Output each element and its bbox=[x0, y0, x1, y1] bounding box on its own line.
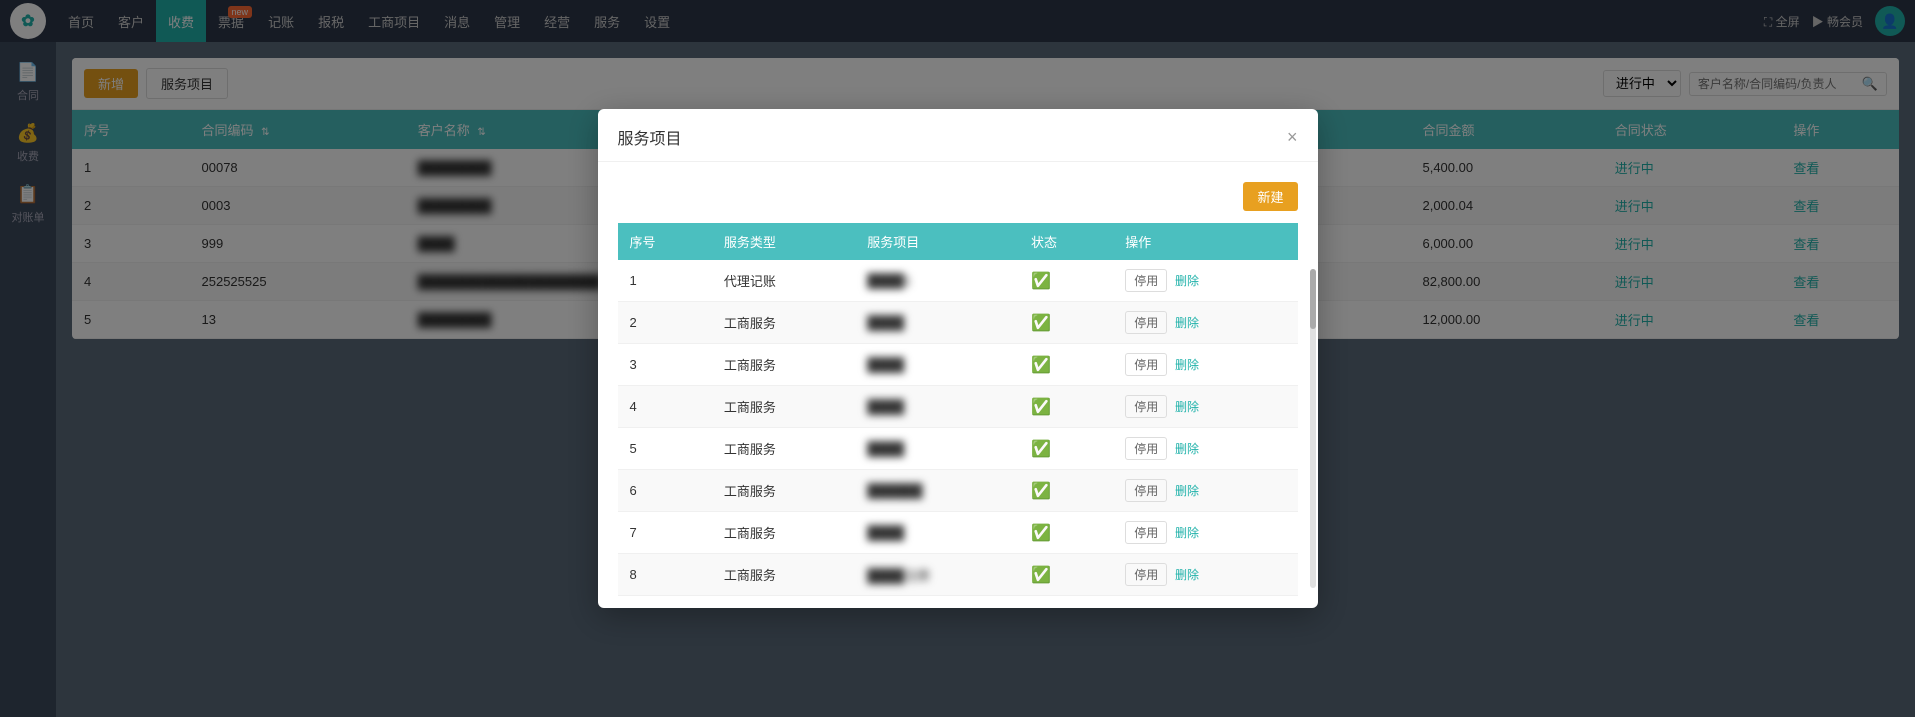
modal-cell-action: 停用 删除 bbox=[1113, 470, 1297, 512]
delete-button[interactable]: 删除 bbox=[1175, 566, 1199, 583]
modal-cell-item: ██████ bbox=[855, 470, 1019, 512]
modal-table-row: 1 代理记账 ████1 ✅ 停用 删除 bbox=[618, 260, 1298, 302]
modal-table-row: 7 工商服务 ████ ✅ 停用 删除 bbox=[618, 512, 1298, 554]
modal-table: 序号 服务类型 服务项目 状态 操作 1 代理记账 ████1 ✅ 停用 删除 … bbox=[618, 223, 1298, 596]
modal-cell-item: ████ bbox=[855, 302, 1019, 344]
modal-cell-seq: 4 bbox=[618, 386, 712, 428]
modal-cell-action: 停用 删除 bbox=[1113, 428, 1297, 470]
modal-toolbar: 新建 bbox=[618, 174, 1298, 223]
modal-cell-action: 停用 删除 bbox=[1113, 554, 1297, 596]
modal-cell-type: 工商服务 bbox=[712, 470, 855, 512]
modal-cell-status: ✅ bbox=[1019, 470, 1113, 512]
modal-table-row: 6 工商服务 ██████ ✅ 停用 删除 bbox=[618, 470, 1298, 512]
modal-cell-item: ████ bbox=[855, 512, 1019, 554]
modal-cell-status: ✅ bbox=[1019, 344, 1113, 386]
modal-col-item: 服务项目 bbox=[855, 223, 1019, 260]
modal-cell-type: 工商服务 bbox=[712, 386, 855, 428]
modal-cell-seq: 6 bbox=[618, 470, 712, 512]
modal-cell-action: 停用 删除 bbox=[1113, 344, 1297, 386]
modal-col-seq: 序号 bbox=[618, 223, 712, 260]
modal-scrollbar[interactable] bbox=[1310, 269, 1316, 588]
modal-cell-seq: 8 bbox=[618, 554, 712, 596]
modal-scrollbar-thumb bbox=[1310, 269, 1316, 329]
modal-cell-seq: 7 bbox=[618, 512, 712, 554]
modal-cell-action: 停用 删除 bbox=[1113, 260, 1297, 302]
modal-overlay[interactable]: 服务项目 × 新建 序号 服务类型 服务项目 状态 操作 bbox=[0, 0, 1915, 717]
modal-cell-type: 工商服务 bbox=[712, 302, 855, 344]
modal-cell-status: ✅ bbox=[1019, 512, 1113, 554]
modal-cell-action: 停用 删除 bbox=[1113, 386, 1297, 428]
modal-close-button[interactable]: × bbox=[1287, 127, 1298, 148]
modal-col-type: 服务类型 bbox=[712, 223, 855, 260]
modal-table-row: 2 工商服务 ████ ✅ 停用 删除 bbox=[618, 302, 1298, 344]
delete-button[interactable]: 删除 bbox=[1175, 398, 1199, 415]
modal-cell-item: ████ bbox=[855, 344, 1019, 386]
modal-cell-type: 工商服务 bbox=[712, 428, 855, 470]
modal-table-row: 8 工商服务 ████注册 ✅ 停用 删除 bbox=[618, 554, 1298, 596]
modal-header: 服务项目 × bbox=[598, 109, 1318, 162]
modal-cell-action: 停用 删除 bbox=[1113, 302, 1297, 344]
modal-cell-type: 工商服务 bbox=[712, 344, 855, 386]
stop-button[interactable]: 停用 bbox=[1125, 437, 1167, 460]
delete-button[interactable]: 删除 bbox=[1175, 524, 1199, 541]
modal-header-row: 序号 服务类型 服务项目 状态 操作 bbox=[618, 223, 1298, 260]
modal-cell-seq: 3 bbox=[618, 344, 712, 386]
modal-table-row: 4 工商服务 ████ ✅ 停用 删除 bbox=[618, 386, 1298, 428]
modal-cell-seq: 2 bbox=[618, 302, 712, 344]
modal-col-action: 操作 bbox=[1113, 223, 1297, 260]
modal-cell-type: 工商服务 bbox=[712, 554, 855, 596]
modal-cell-item: ████ bbox=[855, 428, 1019, 470]
modal-cell-status: ✅ bbox=[1019, 554, 1113, 596]
modal-cell-item: ████注册 bbox=[855, 554, 1019, 596]
modal-title: 服务项目 bbox=[618, 125, 682, 149]
stop-button[interactable]: 停用 bbox=[1125, 395, 1167, 418]
modal-cell-item: ████ bbox=[855, 386, 1019, 428]
modal-cell-type: 代理记账 bbox=[712, 260, 855, 302]
modal-cell-item: ████1 bbox=[855, 260, 1019, 302]
modal-col-status: 状态 bbox=[1019, 223, 1113, 260]
modal-cell-action: 停用 删除 bbox=[1113, 512, 1297, 554]
modal-new-button[interactable]: 新建 bbox=[1243, 182, 1297, 211]
modal-cell-status: ✅ bbox=[1019, 302, 1113, 344]
stop-button[interactable]: 停用 bbox=[1125, 521, 1167, 544]
modal-body: 新建 序号 服务类型 服务项目 状态 操作 1 代理记账 ████1 bbox=[598, 162, 1318, 608]
delete-button[interactable]: 删除 bbox=[1175, 314, 1199, 331]
stop-button[interactable]: 停用 bbox=[1125, 563, 1167, 586]
modal-cell-type: 工商服务 bbox=[712, 512, 855, 554]
stop-button[interactable]: 停用 bbox=[1125, 269, 1167, 292]
delete-button[interactable]: 删除 bbox=[1175, 440, 1199, 457]
delete-button[interactable]: 删除 bbox=[1175, 356, 1199, 373]
modal-cell-seq: 1 bbox=[618, 260, 712, 302]
modal-table-row: 5 工商服务 ████ ✅ 停用 删除 bbox=[618, 428, 1298, 470]
modal-cell-status: ✅ bbox=[1019, 260, 1113, 302]
modal-cell-status: ✅ bbox=[1019, 386, 1113, 428]
stop-button[interactable]: 停用 bbox=[1125, 353, 1167, 376]
stop-button[interactable]: 停用 bbox=[1125, 479, 1167, 502]
delete-button[interactable]: 删除 bbox=[1175, 482, 1199, 499]
modal-cell-seq: 5 bbox=[618, 428, 712, 470]
service-modal: 服务项目 × 新建 序号 服务类型 服务项目 状态 操作 bbox=[598, 109, 1318, 608]
modal-cell-status: ✅ bbox=[1019, 428, 1113, 470]
modal-table-row: 3 工商服务 ████ ✅ 停用 删除 bbox=[618, 344, 1298, 386]
stop-button[interactable]: 停用 bbox=[1125, 311, 1167, 334]
delete-button[interactable]: 删除 bbox=[1175, 272, 1199, 289]
